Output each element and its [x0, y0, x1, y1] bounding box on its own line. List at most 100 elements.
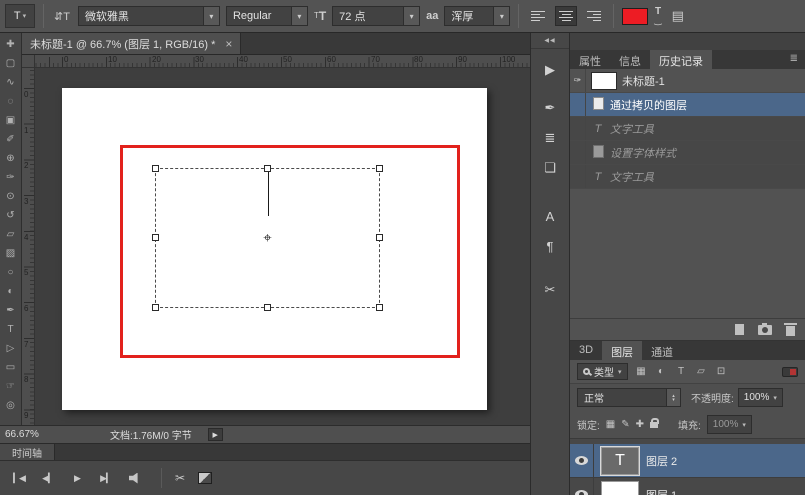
- visibility-toggle[interactable]: [570, 478, 594, 495]
- filter-adjustment-layers-icon[interactable]: ◐: [655, 366, 668, 377]
- chevron-down-icon[interactable]: ▾: [493, 7, 510, 25]
- filter-type-layers-icon[interactable]: T: [675, 366, 688, 377]
- history-item-undone[interactable]: T 文字工具: [570, 117, 805, 141]
- fill-select[interactable]: 100% ▾: [706, 415, 752, 434]
- marquee-tool-icon[interactable]: ▢: [6, 58, 15, 70]
- new-snapshot-camera-icon[interactable]: [758, 322, 772, 335]
- type-tool-icon[interactable]: T: [7, 324, 13, 336]
- paragraph-panel-icon[interactable]: ¶: [536, 233, 564, 259]
- resize-handle-top-middle[interactable]: [263, 165, 271, 172]
- align-left-button[interactable]: [527, 6, 549, 26]
- align-center-button[interactable]: [555, 6, 578, 26]
- filter-type-select[interactable]: 类型 ▾: [577, 363, 628, 380]
- font-size-select[interactable]: 72 点 ▾: [332, 6, 421, 26]
- panel-menu-icon[interactable]: ≣: [783, 50, 805, 69]
- tab-layers[interactable]: 图层: [602, 341, 643, 360]
- history-item[interactable]: ✑ 未标题-1: [570, 69, 805, 93]
- tab-3d[interactable]: 3D: [570, 341, 602, 360]
- history-brush-source-checkbox[interactable]: [570, 141, 586, 164]
- layer-row-selected[interactable]: T 图层 2: [570, 444, 805, 478]
- tool-preset-button[interactable]: T ▾: [5, 4, 35, 28]
- filter-smart-object-icon[interactable]: ⊡: [715, 366, 728, 377]
- document-tab[interactable]: 未标题-1 @ 66.7% (图层 1, RGB/16) * ×: [22, 33, 242, 54]
- crop-tool-icon[interactable]: ▣: [6, 115, 15, 127]
- visibility-toggle[interactable]: [570, 444, 594, 477]
- text-color-swatch[interactable]: [622, 7, 649, 25]
- lock-transparency-icon[interactable]: ▦: [606, 419, 615, 430]
- shape-tool-icon[interactable]: ▭: [6, 362, 15, 374]
- font-style-select[interactable]: Regular ▾: [225, 6, 308, 26]
- lock-pixels-icon[interactable]: ✎: [621, 419, 629, 430]
- character-panel-icon[interactable]: A: [536, 203, 564, 229]
- blend-mode-select[interactable]: 正常 ▴ ▾: [577, 388, 681, 407]
- history-item-selected[interactable]: 通过拷贝的图层: [570, 93, 805, 117]
- filter-shape-layers-icon[interactable]: ▱: [695, 366, 708, 377]
- delete-state-trash-icon[interactable]: [784, 322, 797, 336]
- zoom-level[interactable]: 66.67%: [0, 429, 82, 440]
- transition-icon[interactable]: [198, 472, 213, 484]
- opacity-select[interactable]: 100% ▾: [737, 388, 783, 407]
- actions-panel-icon[interactable]: ▶: [536, 57, 564, 83]
- toggle-panels-icon[interactable]: ▤: [672, 8, 684, 24]
- chevron-down-icon[interactable]: ▾: [290, 7, 307, 25]
- zoom-tool-icon[interactable]: ◎: [6, 400, 15, 412]
- play-button[interactable]: ▶: [64, 467, 90, 489]
- chevron-down-icon[interactable]: ▾: [202, 7, 219, 25]
- history-brush-source-checkbox[interactable]: [570, 117, 586, 140]
- close-icon[interactable]: ×: [225, 37, 232, 51]
- filter-pixel-layers-icon[interactable]: ▦: [635, 366, 648, 377]
- document-canvas[interactable]: ⌖: [62, 88, 487, 410]
- timeline-tab[interactable]: 时间轴: [0, 444, 55, 460]
- layer-comps-panel-icon[interactable]: ❏: [536, 155, 564, 181]
- go-to-first-frame-button[interactable]: ▎◀: [6, 467, 32, 489]
- chevron-down-icon[interactable]: ▾: [403, 7, 420, 25]
- blur-tool-icon[interactable]: ○: [7, 267, 13, 279]
- text-bounding-box[interactable]: ⌖: [152, 165, 383, 311]
- history-item-undone[interactable]: 设置字体样式: [570, 141, 805, 165]
- resize-handle-middle-right[interactable]: [376, 234, 383, 241]
- layer-thumbnail[interactable]: T: [600, 445, 640, 476]
- history-brush-source-icon[interactable]: ✑: [570, 69, 586, 92]
- tab-history[interactable]: 历史记录: [650, 50, 712, 69]
- tab-properties[interactable]: 属性: [570, 50, 610, 69]
- lock-all-icon[interactable]: [650, 417, 660, 428]
- collapse-panels-button[interactable]: ◀◀: [531, 33, 569, 49]
- text-orientation-icon[interactable]: ⇵T: [52, 10, 72, 23]
- audio-mute-button[interactable]: [122, 467, 148, 489]
- spinner-icon[interactable]: ▴ ▾: [666, 389, 680, 406]
- resize-handle-bottom-middle[interactable]: [263, 304, 271, 311]
- font-family-select[interactable]: 微软雅黑 ▾: [77, 6, 220, 26]
- filter-toggle-switch[interactable]: [782, 366, 798, 377]
- anti-alias-select[interactable]: 浑厚 ▾: [444, 6, 511, 26]
- tab-info[interactable]: 信息: [610, 50, 650, 69]
- new-document-from-state-icon[interactable]: [735, 324, 744, 335]
- resize-handle-bottom-right[interactable]: [376, 304, 383, 311]
- layer-thumbnail[interactable]: [601, 480, 639, 495]
- align-right-button[interactable]: [583, 6, 605, 26]
- path-selection-tool-icon[interactable]: ▷: [7, 343, 15, 355]
- resize-handle-top-right[interactable]: [376, 165, 383, 172]
- next-frame-button[interactable]: ▶▎: [93, 467, 119, 489]
- status-options-button[interactable]: ▶: [207, 428, 223, 441]
- eyedropper-tool-icon[interactable]: ✐: [6, 134, 14, 146]
- history-brush-source-checkbox[interactable]: [570, 93, 586, 116]
- gradient-tool-icon[interactable]: ▨: [6, 248, 15, 260]
- dodge-tool-icon[interactable]: ◐: [7, 286, 13, 298]
- lasso-tool-icon[interactable]: ∿: [6, 77, 14, 89]
- layer-row[interactable]: 图层 1: [570, 478, 805, 495]
- resize-handle-middle-left[interactable]: [152, 234, 159, 241]
- clone-stamp-tool-icon[interactable]: ⊙: [6, 191, 14, 203]
- adjustments-panel-icon[interactable]: ≣: [536, 125, 564, 151]
- slice-panel-icon[interactable]: ✂: [536, 277, 564, 303]
- history-brush-tool-icon[interactable]: ↺: [6, 210, 14, 222]
- hand-tool-icon[interactable]: ☞: [6, 381, 15, 393]
- resize-handle-top-left[interactable]: [152, 165, 159, 172]
- pen-tool-icon[interactable]: ✒: [6, 305, 14, 317]
- brush-tool-icon[interactable]: ✑: [6, 172, 14, 184]
- move-tool-icon[interactable]: ✚: [6, 39, 14, 51]
- healing-tool-icon[interactable]: ⊕: [6, 153, 14, 165]
- lock-position-icon[interactable]: ✚: [636, 419, 644, 430]
- quick-select-tool-icon[interactable]: ◌: [8, 96, 14, 108]
- split-clip-icon[interactable]: ✂: [175, 471, 185, 485]
- tab-channels[interactable]: 通道: [642, 341, 682, 360]
